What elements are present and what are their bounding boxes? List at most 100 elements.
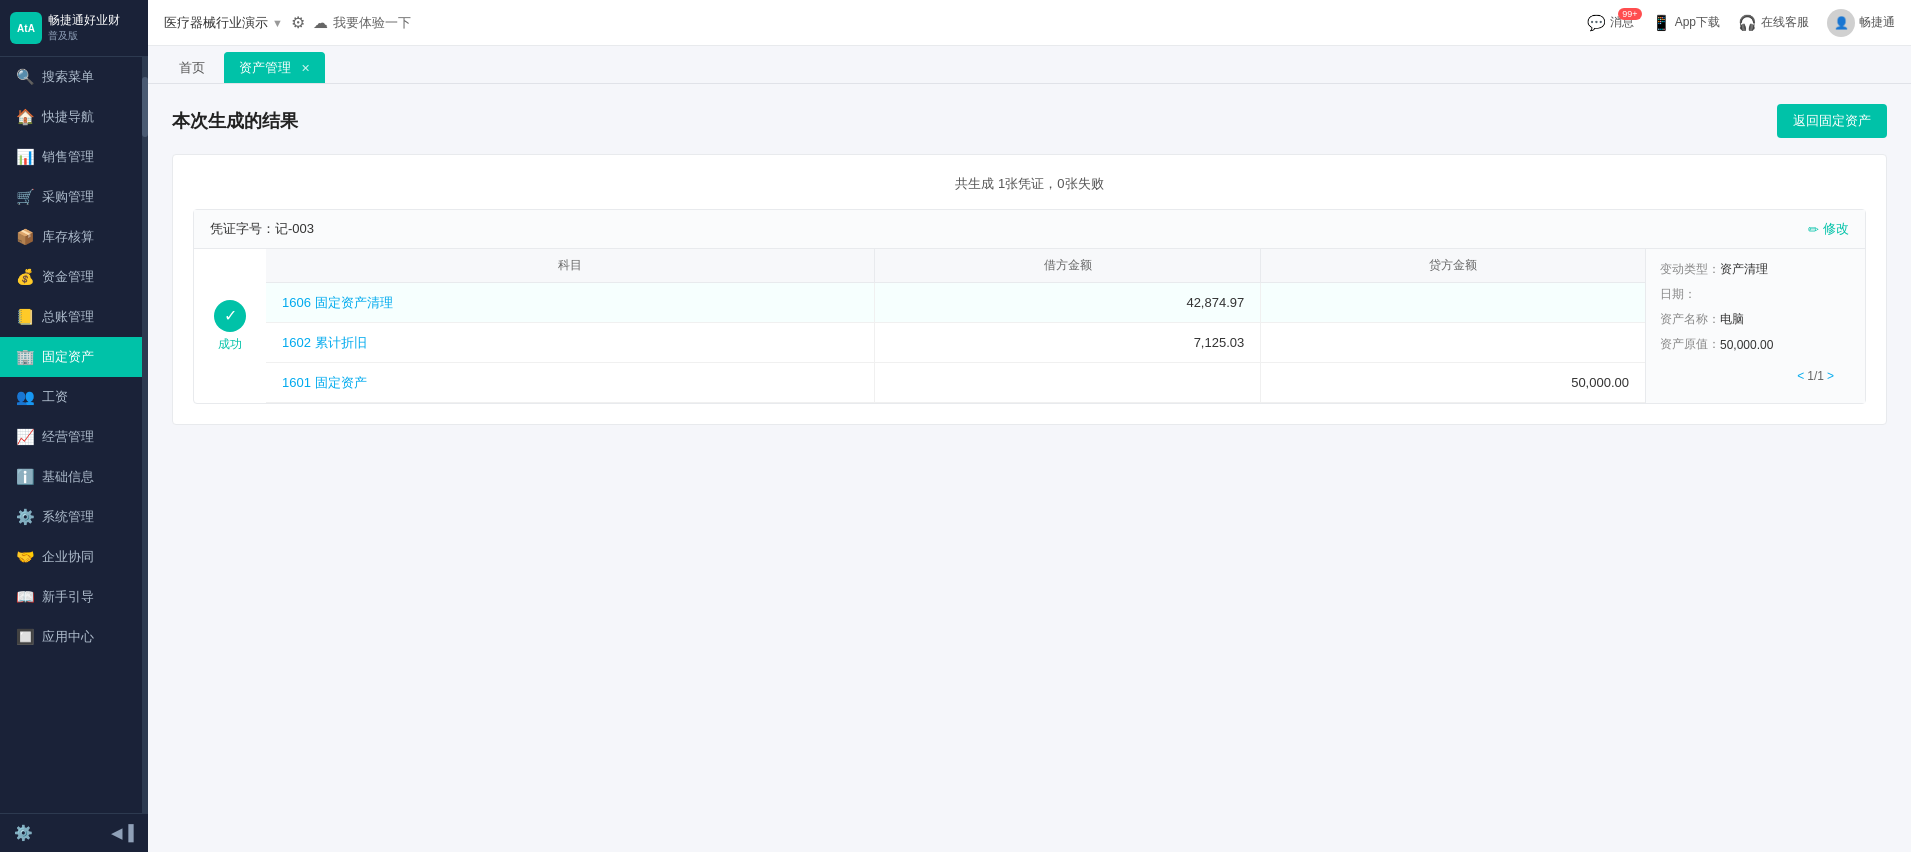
sidebar-item-label: 新手引导 xyxy=(42,588,94,606)
search-icon: 🔍 xyxy=(16,68,34,86)
message-button[interactable]: 💬 消息 99+ xyxy=(1587,14,1634,32)
enterprise-icon: 🤝 xyxy=(16,548,34,566)
return-button[interactable]: 返回固定资产 xyxy=(1777,104,1887,138)
sidebar-item-fixed-assets[interactable]: 🏢 固定资产 xyxy=(0,337,142,377)
tab-close-icon[interactable]: ✕ xyxy=(301,62,310,74)
company-dropdown-arrow: ▼ xyxy=(272,17,283,29)
online-service-icon: 🎧 xyxy=(1738,14,1757,32)
table-row: 1606 固定资产清理 42,874.97 xyxy=(266,283,1645,323)
sidebar-item-label: 总账管理 xyxy=(42,308,94,326)
sidebar-item-ledger[interactable]: 📒 总账管理 xyxy=(0,297,142,337)
pagination-next[interactable]: > xyxy=(1827,369,1834,383)
sidebar-item-search[interactable]: 🔍搜索菜单 xyxy=(0,57,142,97)
sidebar-item-app-center[interactable]: 🔲应用中心 xyxy=(0,617,142,657)
change-type-label: 变动类型： xyxy=(1660,261,1720,278)
settings-gear-icon[interactable]: ⚙ xyxy=(291,13,305,32)
quick-nav-icon: 🏠 xyxy=(16,108,34,126)
asset-name-label: 资产名称： xyxy=(1660,311,1720,328)
cell-credit: 50,000.00 xyxy=(1261,363,1645,403)
fixed-assets-icon: 🏢 xyxy=(16,348,34,366)
voucher-section: 凭证字号：记-003 ✏ 修改 ✓ 成功 xyxy=(193,209,1866,404)
sidebar-item-guide[interactable]: 📖 新手引导 xyxy=(0,577,142,617)
basic-info-icon: ℹ️ xyxy=(16,468,34,486)
col-debit: 借方金额 xyxy=(874,249,1260,283)
username-label: 畅捷通 xyxy=(1859,14,1895,31)
tab-asset-management[interactable]: 资产管理 ✕ xyxy=(224,52,325,83)
sidebar-item-label: 固定资产 xyxy=(42,348,94,366)
sidebar-item-operations[interactable]: 📈经营管理 xyxy=(0,417,142,457)
operations-icon: 📈 xyxy=(16,428,34,446)
tab-home[interactable]: 首页 xyxy=(164,52,220,83)
app-download-label: App下载 xyxy=(1675,14,1720,31)
app-download-button[interactable]: 📱 App下载 xyxy=(1652,14,1720,32)
asset-value-value: 50,000.00 xyxy=(1720,338,1773,352)
company-selector[interactable]: 医疗器械行业演示 ▼ xyxy=(164,14,283,32)
sidebar-item-finance[interactable]: 💰资金管理 xyxy=(0,257,142,297)
sidebar-scrollbar[interactable] xyxy=(142,57,148,813)
online-service-label: 在线客服 xyxy=(1761,14,1809,31)
app-download-icon: 📱 xyxy=(1652,14,1671,32)
avatar: 👤 xyxy=(1827,9,1855,37)
sidebar-item-enterprise[interactable]: 🤝 企业协同 xyxy=(0,537,142,577)
collapse-icon[interactable]: ◀▐ xyxy=(111,824,134,842)
trial-icon: ☁ xyxy=(313,14,328,32)
voucher-body: ✓ 成功 科目 借方金额 贷方金额 xyxy=(194,249,1865,403)
cell-subject: 1602 累计折旧 xyxy=(266,323,874,363)
sidebar-scrollbar-thumb[interactable] xyxy=(142,77,148,137)
info-asset-value: 资产原值： 50,000.00 xyxy=(1660,336,1851,353)
info-asset-name: 资产名称： 电脑 xyxy=(1660,311,1851,328)
sidebar-item-basic-info[interactable]: ℹ️ 基础信息 xyxy=(0,457,142,497)
sidebar-item-system[interactable]: ⚙️ 系统管理 xyxy=(0,497,142,537)
voucher-number: 凭证字号：记-003 xyxy=(210,220,314,238)
pagination-info: 1/1 xyxy=(1807,369,1824,383)
trial-button[interactable]: ☁ 我要体验一下 xyxy=(313,14,411,32)
sidebar-item-label: 基础信息 xyxy=(42,468,94,486)
system-icon: ⚙️ xyxy=(16,508,34,526)
asset-name-value: 电脑 xyxy=(1720,311,1744,328)
logo-icon: AtA xyxy=(10,12,42,44)
sidebar-item-purchase[interactable]: 🛒采购管理 xyxy=(0,177,142,217)
edit-icon: ✏ xyxy=(1808,222,1819,237)
voucher-info-panel: 变动类型： 资产清理 日期： 资产名称： 电脑 资产原值： xyxy=(1645,249,1865,403)
voucher-status: ✓ 成功 xyxy=(194,249,266,403)
sidebar-item-quick-nav[interactable]: 🏠快捷导航 xyxy=(0,97,142,137)
topbar-right: 💬 消息 99+ 📱 App下载 🎧 在线客服 👤 畅捷通 xyxy=(1587,9,1895,37)
page-header: 本次生成的结果 返回固定资产 xyxy=(172,104,1887,138)
message-badge: 99+ xyxy=(1618,8,1641,20)
table-row: 1602 累计折旧 7,125.03 xyxy=(266,323,1645,363)
pagination-prev[interactable]: < xyxy=(1797,369,1804,383)
cell-debit: 42,874.97 xyxy=(874,283,1260,323)
result-panel: 共生成 1张凭证，0张失败 凭证字号：记-003 ✏ 修改 ✓ 成功 xyxy=(172,154,1887,425)
ledger-icon: 📒 xyxy=(16,308,34,326)
edit-button[interactable]: ✏ 修改 xyxy=(1808,220,1849,238)
tabbar: 首页 资产管理 ✕ xyxy=(148,46,1911,84)
topbar: 医疗器械行业演示 ▼ ⚙ ☁ 我要体验一下 💬 消息 99+ 📱 App下载 🎧… xyxy=(148,0,1911,46)
sidebar-item-inventory[interactable]: 📦库存核算 xyxy=(0,217,142,257)
info-date: 日期： xyxy=(1660,286,1851,303)
sidebar-item-label: 企业协同 xyxy=(42,548,94,566)
sidebar-item-label: 系统管理 xyxy=(42,508,94,526)
sidebar-item-label: 销售管理 xyxy=(42,148,94,166)
sidebar-item-label: 应用中心 xyxy=(42,628,94,646)
user-avatar-area[interactable]: 👤 畅捷通 xyxy=(1827,9,1895,37)
trial-label: 我要体验一下 xyxy=(333,14,411,32)
sidebar: AtA 畅捷通好业财 普及版 🔍搜索菜单🏠快捷导航 📊 销售管理 🛒采购管理📦库存核算… xyxy=(0,0,148,852)
voucher-header: 凭证字号：记-003 ✏ 修改 xyxy=(194,210,1865,249)
cell-subject: 1606 固定资产清理 xyxy=(266,283,874,323)
app-name: 畅捷通好业财 xyxy=(48,13,120,29)
app-edition: 普及版 xyxy=(48,29,120,43)
topbar-left: 医疗器械行业演示 ▼ ⚙ ☁ 我要体验一下 xyxy=(164,13,411,32)
sidebar-item-label: 资金管理 xyxy=(42,268,94,286)
sidebar-footer: ⚙️ ◀▐ xyxy=(0,813,148,852)
sidebar-nav: 🔍搜索菜单🏠快捷导航 📊 销售管理 🛒采购管理📦库存核算💰资金管理 📒 总账管理 🏢 固定资产… xyxy=(0,57,142,813)
sidebar-item-label: 工资 xyxy=(42,388,68,406)
asset-value-label: 资产原值： xyxy=(1660,336,1720,353)
col-credit: 贷方金额 xyxy=(1261,249,1645,283)
sales-icon: 📊 xyxy=(16,148,34,166)
settings-icon[interactable]: ⚙️ xyxy=(14,824,33,842)
sidebar-item-payroll[interactable]: 👥工资 xyxy=(0,377,142,417)
sidebar-item-sales[interactable]: 📊 销售管理 xyxy=(0,137,142,177)
voucher-table: 科目 借方金额 贷方金额 1606 固定资产清理 42,874.97 1602 … xyxy=(266,249,1645,403)
guide-icon: 📖 xyxy=(16,588,34,606)
online-service-button[interactable]: 🎧 在线客服 xyxy=(1738,14,1809,32)
